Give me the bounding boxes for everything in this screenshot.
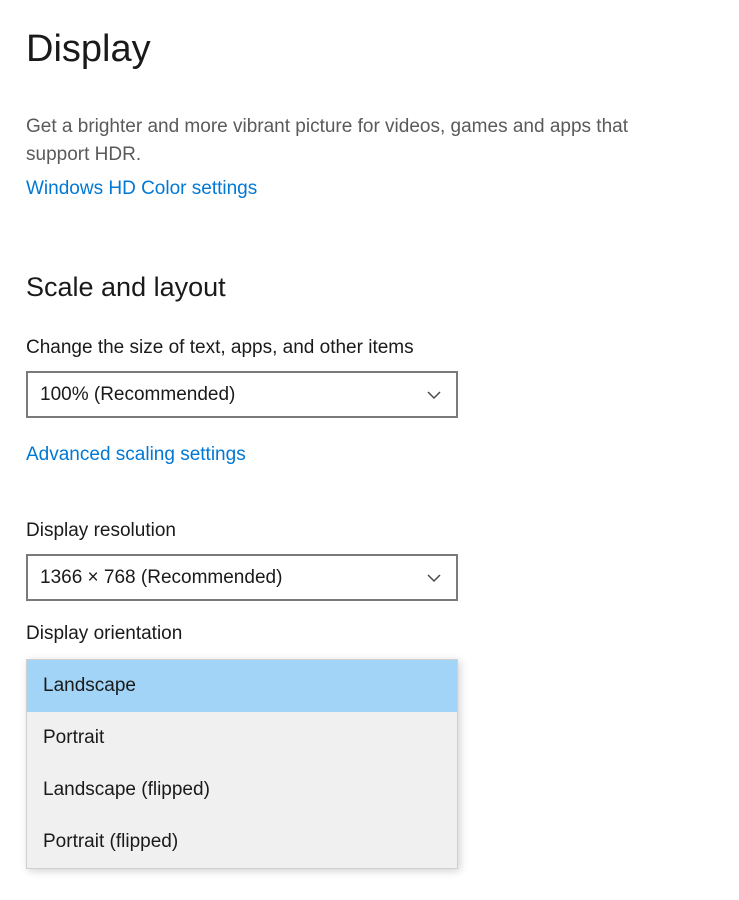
- advanced-scaling-link[interactable]: Advanced scaling settings: [26, 444, 246, 466]
- resolution-label: Display resolution: [26, 520, 713, 542]
- orientation-option-landscape[interactable]: Landscape: [27, 660, 457, 712]
- orientation-label: Display orientation: [26, 623, 713, 645]
- scale-dropdown-value: 100% (Recommended): [40, 384, 235, 406]
- hd-color-settings-link[interactable]: Windows HD Color settings: [26, 178, 257, 200]
- scale-dropdown[interactable]: 100% (Recommended): [26, 371, 458, 418]
- hdr-description: Get a brighter and more vibrant picture …: [26, 113, 686, 168]
- chevron-down-icon: [426, 387, 442, 403]
- resolution-dropdown[interactable]: 1366 × 768 (Recommended): [26, 554, 458, 601]
- resolution-dropdown-value: 1366 × 768 (Recommended): [40, 567, 282, 589]
- orientation-option-portrait-flipped[interactable]: Portrait (flipped): [27, 816, 457, 868]
- scale-layout-header: Scale and layout: [26, 272, 713, 303]
- orientation-option-landscape-flipped[interactable]: Landscape (flipped): [27, 764, 457, 816]
- orientation-option-portrait[interactable]: Portrait: [27, 712, 457, 764]
- page-title: Display: [26, 28, 713, 71]
- orientation-dropdown-list: Landscape Portrait Landscape (flipped) P…: [26, 659, 458, 869]
- scale-label: Change the size of text, apps, and other…: [26, 337, 713, 359]
- chevron-down-icon: [426, 570, 442, 586]
